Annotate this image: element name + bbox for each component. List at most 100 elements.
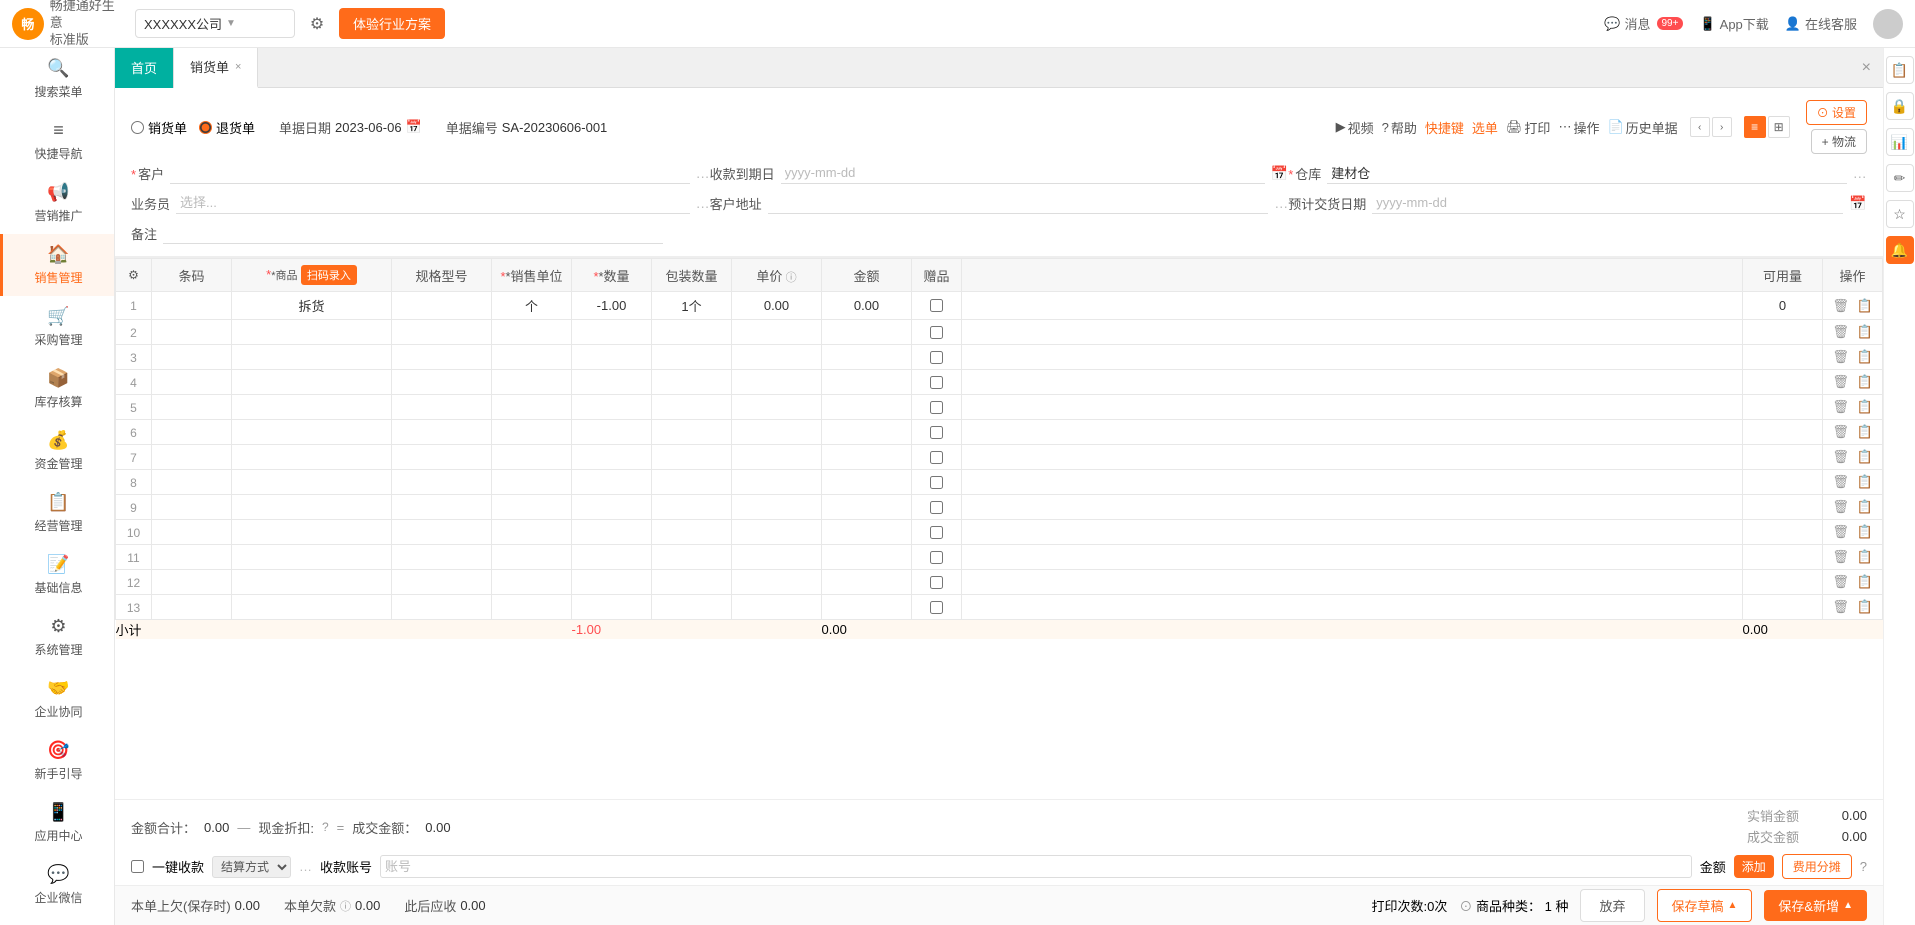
scan-button[interactable]: 扫码录入 [301, 265, 357, 285]
cell-barcode[interactable] [152, 395, 232, 420]
cell-gift[interactable] [912, 292, 962, 320]
cell-amount[interactable] [822, 395, 912, 420]
sidebar-item-operation[interactable]: 📋 经营管理 [0, 482, 114, 544]
gift-checkbox[interactable] [930, 576, 943, 589]
cell-price[interactable] [732, 320, 822, 345]
cell-spec[interactable] [392, 445, 492, 470]
cell-amount[interactable] [822, 370, 912, 395]
cell-barcode[interactable] [152, 320, 232, 345]
cell-barcode[interactable] [152, 495, 232, 520]
cell-price[interactable] [732, 345, 822, 370]
dots-icon2[interactable]: … [299, 859, 312, 874]
cell-qty[interactable] [572, 445, 652, 470]
cell-qty[interactable] [572, 345, 652, 370]
copy-icon[interactable]: 📋 [1856, 474, 1872, 489]
cell-gift[interactable] [912, 420, 962, 445]
cell-amount[interactable] [822, 545, 912, 570]
copy-icon[interactable]: 📋 [1856, 449, 1872, 464]
cell-unit[interactable] [492, 495, 572, 520]
settings-icon-button[interactable]: ⚙ [303, 10, 331, 38]
cell-barcode[interactable] [152, 520, 232, 545]
cell-price[interactable] [732, 570, 822, 595]
salesperson-dots-icon[interactable]: … [696, 195, 710, 211]
cell-goods[interactable] [232, 520, 392, 545]
cell-qty[interactable] [572, 595, 652, 620]
sidebar-item-base[interactable]: 📝 基础信息 [0, 544, 114, 606]
cell-qty[interactable] [572, 370, 652, 395]
copy-icon[interactable]: 📋 [1856, 499, 1872, 514]
online-service-button[interactable]: 👤 在线客服 [1785, 14, 1857, 33]
cell-spec[interactable] [392, 292, 492, 320]
cell-amount[interactable] [822, 320, 912, 345]
delete-icon[interactable]: 🗑 [1832, 424, 1849, 439]
delete-icon[interactable]: 🗑 [1832, 449, 1849, 464]
action-history[interactable]: 📄 历史单据 [1607, 118, 1677, 137]
view-list-button[interactable]: ≡ [1744, 116, 1766, 138]
cell-price[interactable] [732, 395, 822, 420]
tab-close-icon[interactable]: × [235, 61, 241, 73]
cell-unit[interactable] [492, 370, 572, 395]
cell-spec[interactable] [392, 470, 492, 495]
messages-button[interactable]: 💬 消息 99+ [1604, 14, 1683, 33]
cell-pkgqty[interactable] [652, 545, 732, 570]
cell-pkgqty[interactable] [652, 345, 732, 370]
right-panel-btn-4[interactable]: ✏ [1886, 164, 1914, 192]
salesperson-input[interactable] [176, 192, 690, 214]
cell-gift[interactable] [912, 345, 962, 370]
delete-icon[interactable]: 🗑 [1832, 399, 1849, 414]
cell-pkgqty[interactable] [652, 570, 732, 595]
copy-icon[interactable]: 📋 [1856, 524, 1872, 539]
sidebar-item-finance[interactable]: 💰 资金管理 [0, 420, 114, 482]
cell-price[interactable] [732, 470, 822, 495]
cell-barcode[interactable] [152, 370, 232, 395]
warehouse-input[interactable] [1327, 162, 1847, 184]
delete-icon[interactable]: 🗑 [1832, 524, 1849, 539]
cell-gift[interactable] [912, 595, 962, 620]
delete-icon[interactable]: 🗑 [1832, 499, 1849, 514]
gift-checkbox[interactable] [930, 526, 943, 539]
tab-home[interactable]: 首页 [115, 48, 174, 88]
copy-icon[interactable]: 📋 [1856, 399, 1872, 414]
right-panel-btn-1[interactable]: 📋 [1886, 56, 1914, 84]
cell-pkgqty[interactable] [652, 470, 732, 495]
cell-price[interactable] [732, 520, 822, 545]
gift-checkbox[interactable] [930, 501, 943, 514]
right-panel-btn-6[interactable]: 🔔 [1886, 236, 1914, 264]
copy-icon[interactable]: 📋 [1856, 424, 1872, 439]
radio-sales[interactable]: 销货单 [131, 118, 187, 137]
cell-pkgqty[interactable] [652, 495, 732, 520]
save-draft-button[interactable]: 保存草稿 ▲ [1657, 889, 1753, 922]
cell-spec[interactable] [392, 320, 492, 345]
cell-qty[interactable]: -1.00 [572, 292, 652, 320]
customer-dots-icon[interactable]: … [696, 165, 710, 181]
due-date-input[interactable] [781, 162, 1265, 184]
delivery-date-input[interactable] [1372, 192, 1843, 214]
cell-goods[interactable] [232, 545, 392, 570]
cell-spec[interactable] [392, 570, 492, 595]
cell-unit[interactable] [492, 420, 572, 445]
delete-icon[interactable]: 🗑 [1832, 474, 1849, 489]
calendar3-icon[interactable]: 📅 [1849, 195, 1866, 212]
cell-qty[interactable] [572, 520, 652, 545]
cell-price[interactable] [732, 445, 822, 470]
sidebar-item-marketing[interactable]: 📢 营销推广 [0, 172, 114, 234]
cell-barcode[interactable] [152, 292, 232, 320]
cell-pkgqty[interactable] [652, 595, 732, 620]
calendar-icon[interactable]: 📅 [406, 119, 422, 135]
address-dots-icon[interactable]: … [1274, 195, 1288, 211]
cell-gift[interactable] [912, 445, 962, 470]
cell-unit[interactable] [492, 395, 572, 420]
avatar[interactable] [1873, 9, 1903, 39]
gift-checkbox[interactable] [930, 426, 943, 439]
cell-barcode[interactable] [152, 445, 232, 470]
gift-checkbox[interactable] [930, 476, 943, 489]
action-print[interactable]: 🖨 打印 [1506, 118, 1551, 137]
gift-checkbox[interactable] [930, 401, 943, 414]
cell-amount[interactable] [822, 570, 912, 595]
sidebar-item-search[interactable]: 🔍 搜索菜单 [0, 48, 114, 110]
action-help[interactable]: ? 帮助 [1382, 118, 1417, 137]
settings-button[interactable]: ⊙ 设置 [1806, 100, 1867, 125]
delete-icon[interactable]: 🗑 [1832, 298, 1849, 313]
sidebar-item-collab[interactable]: 🤝 企业协同 [0, 668, 114, 730]
col-header-settings[interactable]: ⚙ [116, 259, 152, 292]
